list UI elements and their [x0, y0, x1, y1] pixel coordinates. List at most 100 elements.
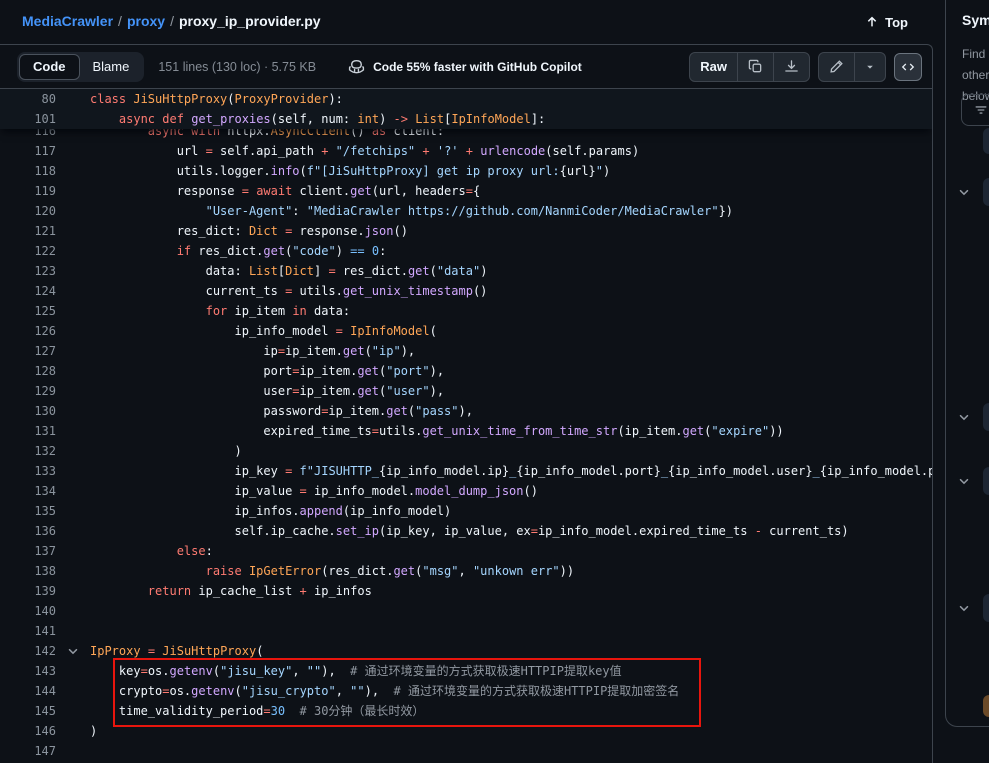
line-number[interactable]: 138 [0, 561, 56, 581]
symbols-description-line: other [962, 65, 989, 86]
tab-blame[interactable]: Blame [80, 55, 143, 79]
line-number[interactable]: 137 [0, 541, 56, 561]
edit-button[interactable] [819, 53, 855, 81]
line-number[interactable]: 141 [0, 621, 56, 641]
line-number[interactable]: 121 [0, 221, 56, 241]
line-number[interactable]: 80 [0, 89, 56, 109]
line-number[interactable]: 144 [0, 681, 56, 701]
tab-code[interactable]: Code [19, 54, 80, 80]
line-number[interactable]: 123 [0, 261, 56, 281]
line-number[interactable]: 142 [0, 641, 56, 661]
code-line-row: 117 url = self.api_path + "/fetchips" + … [0, 141, 932, 161]
fold-gutter [56, 561, 90, 581]
line-number[interactable]: 101 [0, 109, 56, 129]
line-number[interactable]: 127 [0, 341, 56, 361]
file-header: Code Blame 151 lines (130 loc) · 5.75 KB… [0, 45, 932, 89]
line-number[interactable]: 120 [0, 201, 56, 221]
line-number[interactable]: 128 [0, 361, 56, 381]
breadcrumb: MediaCrawler/proxy/proxy_ip_provider.py [22, 13, 321, 31]
line-number[interactable]: 140 [0, 601, 56, 621]
code-line-row: 136 self.ip_cache.set_ip(ip_key, ip_valu… [0, 521, 932, 541]
raw-button[interactable]: Raw [690, 53, 738, 81]
chevron-down-icon[interactable] [957, 474, 971, 488]
code-line: "User-Agent": "MediaCrawler https://gith… [90, 201, 733, 221]
symbols-panel-title: Symbols [962, 12, 989, 28]
github-file-view: MediaCrawler/proxy/proxy_ip_provider.py … [0, 0, 989, 763]
fold-gutter [56, 341, 90, 361]
filter-symbols-button[interactable] [961, 94, 989, 126]
fold-gutter [56, 521, 90, 541]
code-line-row: 133 ip_key = f"JISUHTTP_{ip_info_model.i… [0, 461, 932, 481]
fold-gutter [56, 441, 90, 461]
code-line-row: 132 ) [0, 441, 932, 461]
line-number[interactable]: 124 [0, 281, 56, 301]
symbol-item[interactable] [983, 467, 989, 495]
line-number[interactable]: 129 [0, 381, 56, 401]
copilot-icon [348, 58, 365, 75]
line-number[interactable]: 147 [0, 741, 56, 761]
code-line: ) [90, 721, 97, 741]
symbol-item[interactable] [983, 128, 989, 154]
fold-gutter [56, 201, 90, 221]
line-number[interactable]: 126 [0, 321, 56, 341]
code-line: res_dict: Dict = response.json() [90, 221, 408, 241]
chevron-down-icon[interactable] [957, 410, 971, 424]
code-line: ip_info_model = IpInfoModel( [90, 321, 437, 341]
line-number[interactable]: 135 [0, 501, 56, 521]
symbol-item[interactable] [983, 178, 989, 206]
code-line-row: 121 res_dict: Dict = response.json() [0, 221, 932, 241]
symbol-item[interactable] [983, 403, 989, 431]
breadcrumb-folder-link[interactable]: proxy [127, 13, 165, 29]
line-number[interactable]: 136 [0, 521, 56, 541]
line-number[interactable]: 146 [0, 721, 56, 741]
breadcrumb-repo-link[interactable]: MediaCrawler [22, 13, 113, 29]
code-line: class JiSuHttpProxy(ProxyProvider): [90, 89, 343, 109]
code-line: return ip_cache_list + ip_infos [90, 581, 372, 601]
line-number[interactable]: 130 [0, 401, 56, 421]
line-number[interactable]: 122 [0, 241, 56, 261]
fold-gutter [56, 301, 90, 321]
chevron-down-icon[interactable] [957, 601, 971, 615]
fold-gutter [56, 741, 90, 761]
symbol-item[interactable] [983, 594, 989, 622]
line-number[interactable]: 119 [0, 181, 56, 201]
code-line-row: 125 for ip_item in data: [0, 301, 932, 321]
code-line-row: 123 data: List[Dict] = res_dict.get("dat… [0, 261, 932, 281]
fold-gutter [56, 621, 90, 641]
download-button[interactable] [774, 53, 809, 81]
line-number[interactable]: 133 [0, 461, 56, 481]
line-number[interactable]: 143 [0, 661, 56, 681]
code-line: user=ip_item.get("user"), [90, 381, 444, 401]
sticky-context-lines: 80 class JiSuHttpProxy(ProxyProvider): 101… [0, 89, 932, 129]
line-number[interactable]: 132 [0, 441, 56, 461]
code-line: async def get_proxies(self, num: int) ->… [90, 109, 545, 129]
fold-gutter [56, 261, 90, 281]
symbols-toggle-button[interactable] [894, 53, 922, 81]
line-number[interactable]: 145 [0, 701, 56, 721]
edit-dropdown-button[interactable] [855, 53, 885, 81]
line-number[interactable]: 134 [0, 481, 56, 501]
fold-gutter [56, 581, 90, 601]
code-line: ip=ip_item.get("ip"), [90, 341, 415, 361]
chevron-down-icon[interactable] [957, 185, 971, 199]
line-number[interactable]: 139 [0, 581, 56, 601]
line-number[interactable]: 131 [0, 421, 56, 441]
fold-gutter [56, 461, 90, 481]
line-number[interactable]: 118 [0, 161, 56, 181]
filter-icon [974, 103, 988, 117]
code-line-row: 130 password=ip_item.get("pass"), [0, 401, 932, 421]
copy-button[interactable] [738, 53, 774, 81]
code-line: ip_key = f"JISUHTTP_{ip_info_model.ip}_{… [90, 461, 932, 481]
download-icon [784, 59, 799, 74]
scroll-to-top-label: Top [885, 15, 908, 30]
line-number[interactable]: 125 [0, 301, 56, 321]
breadcrumb-filename: proxy_ip_provider.py [179, 13, 321, 29]
code-line-row: 122 if res_dict.get("code") == 0: [0, 241, 932, 261]
code-line-row: 137 else: [0, 541, 932, 561]
arrow-up-icon [865, 15, 879, 29]
fold-chevron-down-icon[interactable] [56, 641, 90, 661]
code-line: self.ip_cache.set_ip(ip_key, ip_value, e… [90, 521, 849, 541]
line-number[interactable]: 117 [0, 141, 56, 161]
scroll-to-top-button[interactable]: Top [859, 9, 914, 35]
symbol-item-highlighted[interactable] [983, 695, 989, 717]
